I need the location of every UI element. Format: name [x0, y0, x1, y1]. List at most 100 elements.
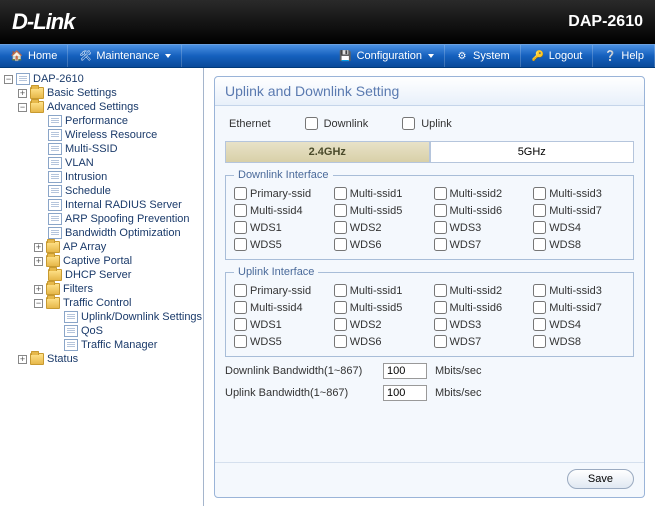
tree-traffic-control[interactable]: −Traffic Control — [2, 296, 201, 310]
ul-wds8[interactable]: WDS8 — [533, 335, 625, 348]
ul-multi-ssid5[interactable]: Multi-ssid5 — [334, 301, 426, 314]
menu-system-label: System — [473, 50, 510, 62]
tree-qos[interactable]: QoS — [2, 324, 201, 338]
ul-multi-ssid4[interactable]: Multi-ssid4 — [234, 301, 326, 314]
tree-traffic-manager[interactable]: Traffic Manager — [2, 338, 201, 352]
ul-multi-ssid1[interactable]: Multi-ssid1 — [334, 284, 426, 297]
uplink-checkbox-row[interactable]: Uplink — [398, 114, 452, 133]
dl-multi-ssid2[interactable]: Multi-ssid2 — [434, 187, 526, 200]
dl-primary-ssid[interactable]: Primary-ssid — [234, 187, 326, 200]
menu-home[interactable]: 🏠 Home — [0, 45, 68, 67]
downlink-interface-legend: Downlink Interface — [234, 169, 333, 181]
downlink-bw-unit: Mbits/sec — [435, 365, 481, 377]
uplink-bw-label: Uplink Bandwidth(1~867) — [225, 387, 375, 399]
ul-primary-ssid[interactable]: Primary-ssid — [234, 284, 326, 297]
dl-wds1[interactable]: WDS1 — [234, 221, 326, 234]
uplink-checkbox[interactable] — [402, 117, 415, 130]
tree-ap-array[interactable]: +AP Array — [2, 240, 201, 254]
dl-wds8[interactable]: WDS8 — [533, 238, 625, 251]
tree-basic-settings[interactable]: + Basic Settings — [2, 86, 201, 100]
tab-5ghz[interactable]: 5GHz — [430, 141, 635, 163]
dl-wds2[interactable]: WDS2 — [334, 221, 426, 234]
tree-schedule[interactable]: Schedule — [2, 184, 201, 198]
page-icon — [64, 339, 78, 351]
folder-icon — [46, 255, 60, 267]
ul-wds1[interactable]: WDS1 — [234, 318, 326, 331]
folder-icon — [48, 269, 62, 281]
dl-multi-ssid7[interactable]: Multi-ssid7 — [533, 204, 625, 217]
tree-radius[interactable]: Internal RADIUS Server — [2, 198, 201, 212]
downlink-checkbox-row[interactable]: Downlink — [301, 114, 369, 133]
expand-icon[interactable]: + — [34, 257, 43, 266]
folder-icon — [30, 87, 44, 99]
page-icon — [48, 199, 62, 211]
tree-bandwidth-opt[interactable]: Bandwidth Optimization — [2, 226, 201, 240]
menu-logout[interactable]: 🔑 Logout — [521, 45, 594, 67]
menu-configuration-label: Configuration — [357, 50, 422, 62]
menu-configuration[interactable]: 💾 Configuration — [329, 45, 445, 67]
page-icon — [48, 143, 62, 155]
tree-dhcp-server[interactable]: DHCP Server — [2, 268, 201, 282]
menu-home-label: Home — [28, 50, 57, 62]
ul-wds5[interactable]: WDS5 — [234, 335, 326, 348]
dl-multi-ssid1[interactable]: Multi-ssid1 — [334, 187, 426, 200]
ul-wds6[interactable]: WDS6 — [334, 335, 426, 348]
folder-icon — [30, 353, 44, 365]
ul-multi-ssid7[interactable]: Multi-ssid7 — [533, 301, 625, 314]
dl-wds7[interactable]: WDS7 — [434, 238, 526, 251]
dl-wds6[interactable]: WDS6 — [334, 238, 426, 251]
tree-filters[interactable]: +Filters — [2, 282, 201, 296]
folder-icon — [30, 101, 44, 113]
ul-wds4[interactable]: WDS4 — [533, 318, 625, 331]
dl-wds5[interactable]: WDS5 — [234, 238, 326, 251]
page-icon — [64, 325, 78, 337]
tree-performance[interactable]: Performance — [2, 114, 201, 128]
dl-multi-ssid3[interactable]: Multi-ssid3 — [533, 187, 625, 200]
ul-multi-ssid2[interactable]: Multi-ssid2 — [434, 284, 526, 297]
dl-wds4[interactable]: WDS4 — [533, 221, 625, 234]
save-button[interactable]: Save — [567, 469, 634, 489]
folder-icon — [46, 241, 60, 253]
collapse-icon[interactable]: − — [4, 75, 13, 84]
tree-wireless-resource[interactable]: Wireless Resource — [2, 128, 201, 142]
folder-icon — [46, 283, 60, 295]
tab-24ghz[interactable]: 2.4GHz — [225, 141, 430, 163]
ul-multi-ssid6[interactable]: Multi-ssid6 — [434, 301, 526, 314]
menu-system[interactable]: ⚙ System — [445, 45, 521, 67]
chevron-down-icon — [165, 54, 171, 58]
tree-intrusion[interactable]: Intrusion — [2, 170, 201, 184]
expand-icon[interactable]: + — [34, 285, 43, 294]
ul-multi-ssid3[interactable]: Multi-ssid3 — [533, 284, 625, 297]
tree-advanced-settings[interactable]: − Advanced Settings — [2, 100, 201, 114]
menu-help[interactable]: ❔ Help — [593, 45, 655, 67]
ul-wds7[interactable]: WDS7 — [434, 335, 526, 348]
menu-maintenance[interactable]: 🛠 Maintenance — [68, 45, 182, 67]
collapse-icon[interactable]: − — [18, 103, 27, 112]
tree-arp[interactable]: ARP Spoofing Prevention — [2, 212, 201, 226]
menu-help-label: Help — [621, 50, 644, 62]
uplink-bw-input[interactable] — [383, 385, 427, 401]
dl-multi-ssid5[interactable]: Multi-ssid5 — [334, 204, 426, 217]
downlink-bw-input[interactable] — [383, 363, 427, 379]
collapse-icon[interactable]: − — [34, 299, 43, 308]
expand-icon[interactable]: + — [34, 243, 43, 252]
ul-wds3[interactable]: WDS3 — [434, 318, 526, 331]
dl-multi-ssid4[interactable]: Multi-ssid4 — [234, 204, 326, 217]
home-icon: 🏠 — [10, 49, 24, 63]
expand-icon[interactable]: + — [18, 89, 27, 98]
dl-multi-ssid6[interactable]: Multi-ssid6 — [434, 204, 526, 217]
tree-captive-portal[interactable]: +Captive Portal — [2, 254, 201, 268]
tree-uplink-downlink[interactable]: Uplink/Downlink Settings — [2, 310, 201, 324]
expand-icon[interactable]: + — [18, 355, 27, 364]
tree-vlan[interactable]: VLAN — [2, 156, 201, 170]
downlink-checkbox[interactable] — [305, 117, 318, 130]
tree-multi-ssid[interactable]: Multi-SSID — [2, 142, 201, 156]
tree-status[interactable]: +Status — [2, 352, 201, 366]
dl-wds3[interactable]: WDS3 — [434, 221, 526, 234]
brand-logo: D-Link — [12, 9, 74, 35]
tree-root[interactable]: − DAP-2610 — [2, 72, 201, 86]
help-icon: ❔ — [603, 49, 617, 63]
page-icon — [48, 185, 62, 197]
settings-panel: Uplink and Downlink Setting Ethernet Dow… — [214, 76, 645, 498]
ul-wds2[interactable]: WDS2 — [334, 318, 426, 331]
